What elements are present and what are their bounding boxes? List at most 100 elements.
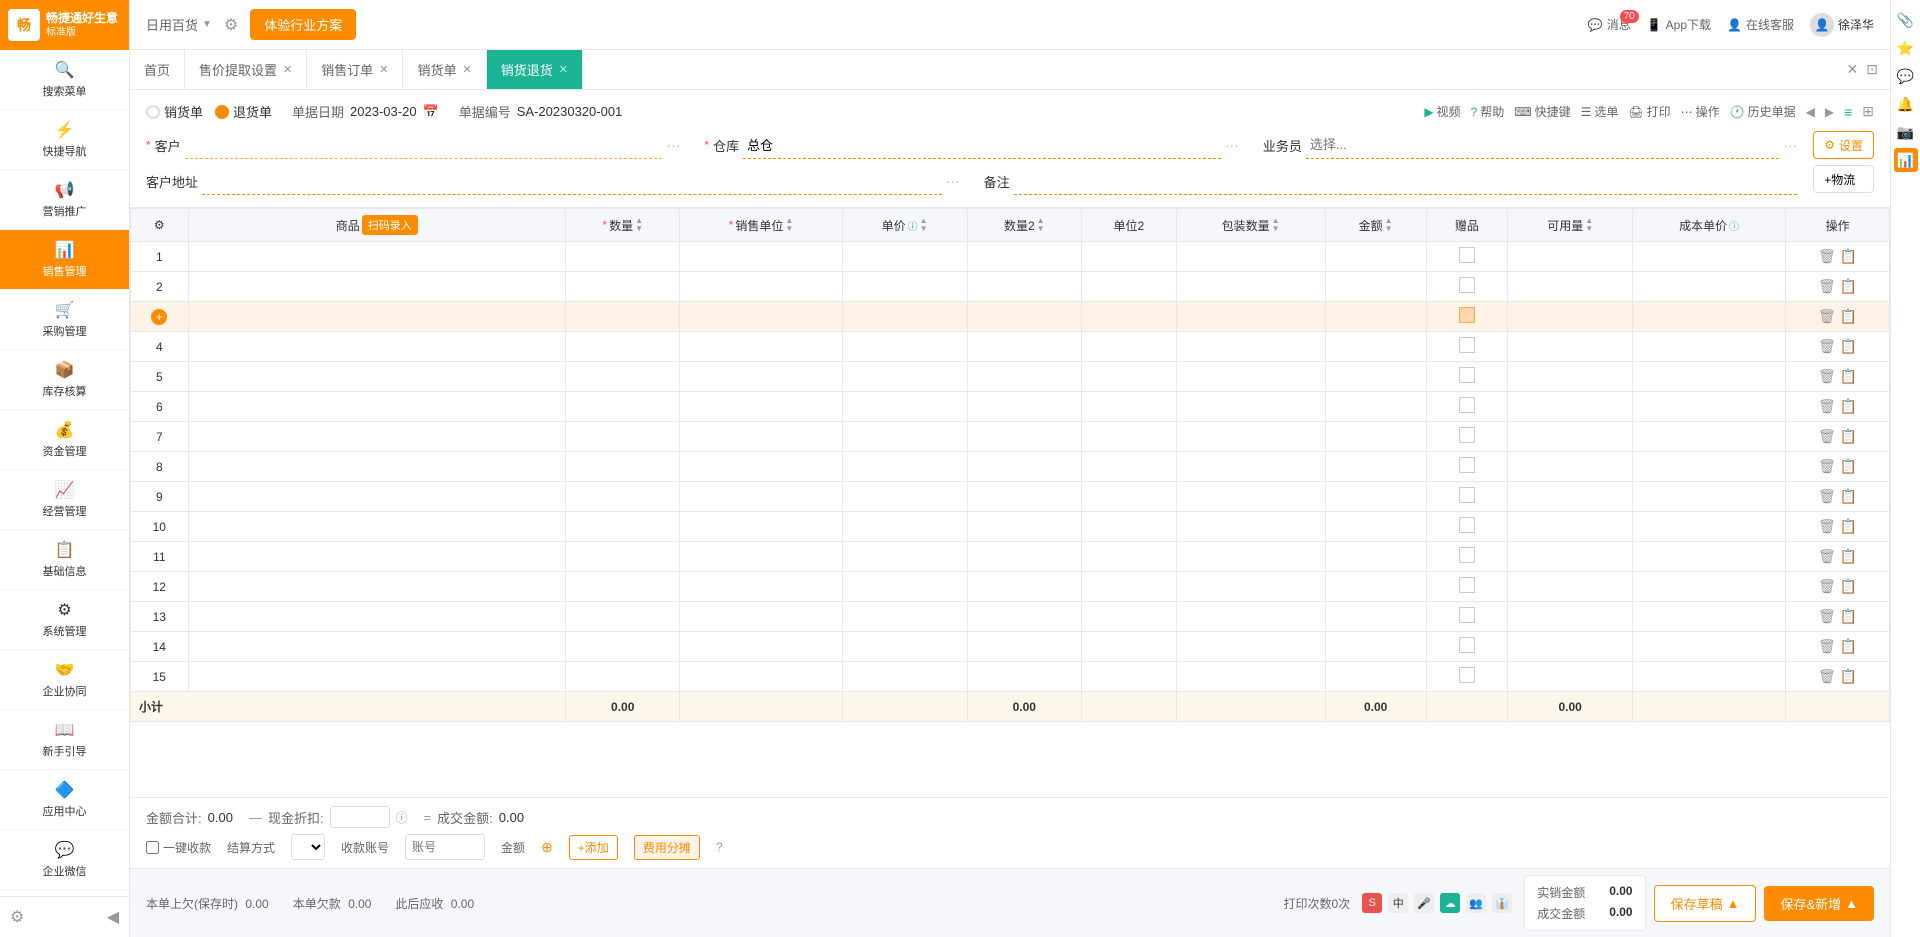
copy-icon[interactable]: 📋 (1840, 338, 1857, 355)
tab-sale-goods[interactable]: 销货单 ✕ (403, 50, 486, 89)
delete-row-icon[interactable]: 🗑 (1818, 248, 1836, 265)
th-gear[interactable]: ⚙ (131, 209, 189, 242)
gift-checkbox[interactable] (1459, 427, 1475, 443)
unit2-cell[interactable] (1081, 242, 1176, 272)
message-button[interactable]: 💬 消息 70 (1588, 16, 1631, 33)
radio-sale-goods[interactable]: 销货单 (146, 102, 203, 121)
maximize-btn[interactable]: ⊡ (1866, 61, 1878, 78)
delete-row-icon[interactable]: 🗑 (1818, 278, 1836, 295)
right-tool-star[interactable]: ⭐ (1894, 36, 1918, 60)
copy-icon[interactable]: 📋 (1840, 608, 1857, 625)
logistics-button[interactable]: +物流 (1813, 165, 1874, 193)
print-btn[interactable]: 🖨 打印 (1628, 103, 1670, 120)
qty-cell[interactable] (566, 272, 680, 302)
add-payment-button[interactable]: ⊕ (541, 839, 553, 856)
pack-qty-cell[interactable] (1176, 242, 1325, 272)
sidebar-item-purchase[interactable]: 🛒 采购管理 (0, 290, 129, 350)
tab-sale-goods-close[interactable]: ✕ (463, 63, 472, 76)
address-dots[interactable]: ··· (946, 173, 960, 189)
delete-icon[interactable]: 🗑 (1818, 488, 1836, 505)
customer-input[interactable] (185, 131, 663, 159)
sidebar-item-wechat[interactable]: 💬 企业微信 (0, 830, 129, 890)
copy-icon[interactable]: 📋 (1840, 548, 1857, 565)
right-tool-camera[interactable]: 📷 (1894, 120, 1918, 144)
qty2-cell[interactable] (967, 242, 1081, 272)
list-view-btn[interactable]: ≡ (1844, 104, 1852, 120)
im-mic-icon[interactable]: 🎤 (1414, 893, 1434, 913)
warehouse-input[interactable] (743, 131, 1221, 159)
im-cloud-icon[interactable]: ☁ (1440, 893, 1460, 913)
unit-cell-active[interactable] (680, 302, 842, 332)
gift-checkbox[interactable] (1459, 547, 1475, 563)
amount-cell[interactable] (1325, 272, 1426, 302)
daily-goods-selector[interactable]: 日用百货 ▼ (146, 15, 212, 34)
sidebar-item-shortcut[interactable]: ⚡ 快捷导航 (0, 110, 129, 170)
copy-icon[interactable]: 📋 (1840, 488, 1857, 505)
right-tool-bell[interactable]: 🔔 (1894, 92, 1918, 116)
tab-sale-order-close[interactable]: ✕ (379, 63, 388, 76)
one-key-pay-checkbox[interactable]: 一键收款 (146, 839, 211, 856)
trial-plan-button[interactable]: 体验行业方案 (250, 9, 356, 40)
gift-checkbox[interactable] (1459, 367, 1475, 383)
gift-checkbox[interactable] (1459, 487, 1475, 503)
unit2-cell[interactable] (1081, 272, 1176, 302)
user-menu[interactable]: 👤 徐泽华 (1810, 13, 1874, 37)
calendar-icon[interactable]: 📅 (423, 104, 439, 120)
sidebar-item-system[interactable]: ⚙ 系统管理 (0, 590, 129, 650)
collapse-icon[interactable]: ◀ (107, 907, 119, 927)
radio-return[interactable]: 退货单 (215, 102, 272, 121)
delete-icon[interactable]: 🗑 (1818, 668, 1836, 685)
copy-row-icon[interactable]: 📋 (1840, 248, 1857, 265)
close-window-btn[interactable]: ✕ (1847, 61, 1859, 78)
gift-checkbox[interactable] (1459, 607, 1475, 623)
copy-row-icon[interactable]: 📋 (1840, 278, 1857, 295)
unit-cell[interactable] (680, 272, 842, 302)
product-cell-active[interactable] (188, 302, 565, 332)
next-record-btn[interactable]: ▶ (1825, 105, 1834, 119)
grid-view-btn[interactable]: ⊞ (1862, 103, 1874, 120)
delete-icon[interactable]: 🗑 (1818, 548, 1836, 565)
delete-active-icon[interactable]: 🗑 (1818, 308, 1836, 325)
copy-icon[interactable]: 📋 (1840, 518, 1857, 535)
delete-icon[interactable]: 🗑 (1818, 368, 1836, 385)
shortcut-key-btn[interactable]: ⌨ 快捷键 (1514, 103, 1570, 120)
gift-cell[interactable] (1426, 272, 1507, 302)
delete-icon[interactable]: 🗑 (1818, 638, 1836, 655)
copy-icon[interactable]: 📋 (1840, 368, 1857, 385)
add-button[interactable]: +添加 (569, 835, 618, 860)
amount-cell[interactable] (1325, 242, 1426, 272)
unit-cell[interactable] (680, 242, 842, 272)
gift-checkbox[interactable] (1459, 337, 1475, 353)
tab-sale-return[interactable]: 销货退货 ✕ (487, 50, 583, 89)
copy-icon[interactable]: 📋 (1840, 668, 1857, 685)
pack-qty-active[interactable] (1176, 302, 1325, 332)
date-value[interactable]: 2023-03-20 (350, 104, 417, 119)
qty2-cell-active[interactable] (967, 302, 1081, 332)
gift-checkbox[interactable] (1459, 247, 1475, 263)
scan-enter-button[interactable]: 扫码录入 (362, 215, 418, 235)
gift-checkbox[interactable] (1459, 457, 1475, 473)
delete-icon[interactable]: 🗑 (1818, 608, 1836, 625)
im-s-icon[interactable]: S (1362, 893, 1382, 913)
history-btn[interactable]: 🕐 历史单据 (1730, 103, 1796, 120)
online-service-button[interactable]: 👤 在线客服 (1727, 16, 1794, 33)
remark-input[interactable] (1014, 167, 1798, 195)
gift-checkbox[interactable] (1459, 517, 1475, 533)
save-draft-button[interactable]: 保存草稿 ▲ (1654, 885, 1757, 922)
sidebar-item-marketing[interactable]: 📢 营销推广 (0, 170, 129, 230)
copy-icon[interactable]: 📋 (1840, 638, 1857, 655)
gift-checkbox[interactable] (1459, 277, 1475, 293)
gift-checkbox[interactable] (1459, 397, 1475, 413)
add-row-button[interactable]: + (151, 309, 167, 325)
gift-checkbox[interactable] (1459, 577, 1475, 593)
salesperson-dots[interactable]: ··· (1783, 137, 1797, 153)
qty2-cell[interactable] (967, 272, 1081, 302)
pack-qty-cell[interactable] (1176, 272, 1325, 302)
right-tool-clip[interactable]: 📎 (1894, 8, 1918, 32)
one-key-pay-check[interactable] (146, 841, 159, 854)
copy-active-icon[interactable]: 📋 (1840, 308, 1857, 325)
sidebar-item-search[interactable]: 🔍 搜索菜单 (0, 50, 129, 110)
price-cell[interactable] (842, 272, 967, 302)
warehouse-dots[interactable]: ··· (1225, 137, 1239, 153)
delete-icon[interactable]: 🗑 (1818, 518, 1836, 535)
